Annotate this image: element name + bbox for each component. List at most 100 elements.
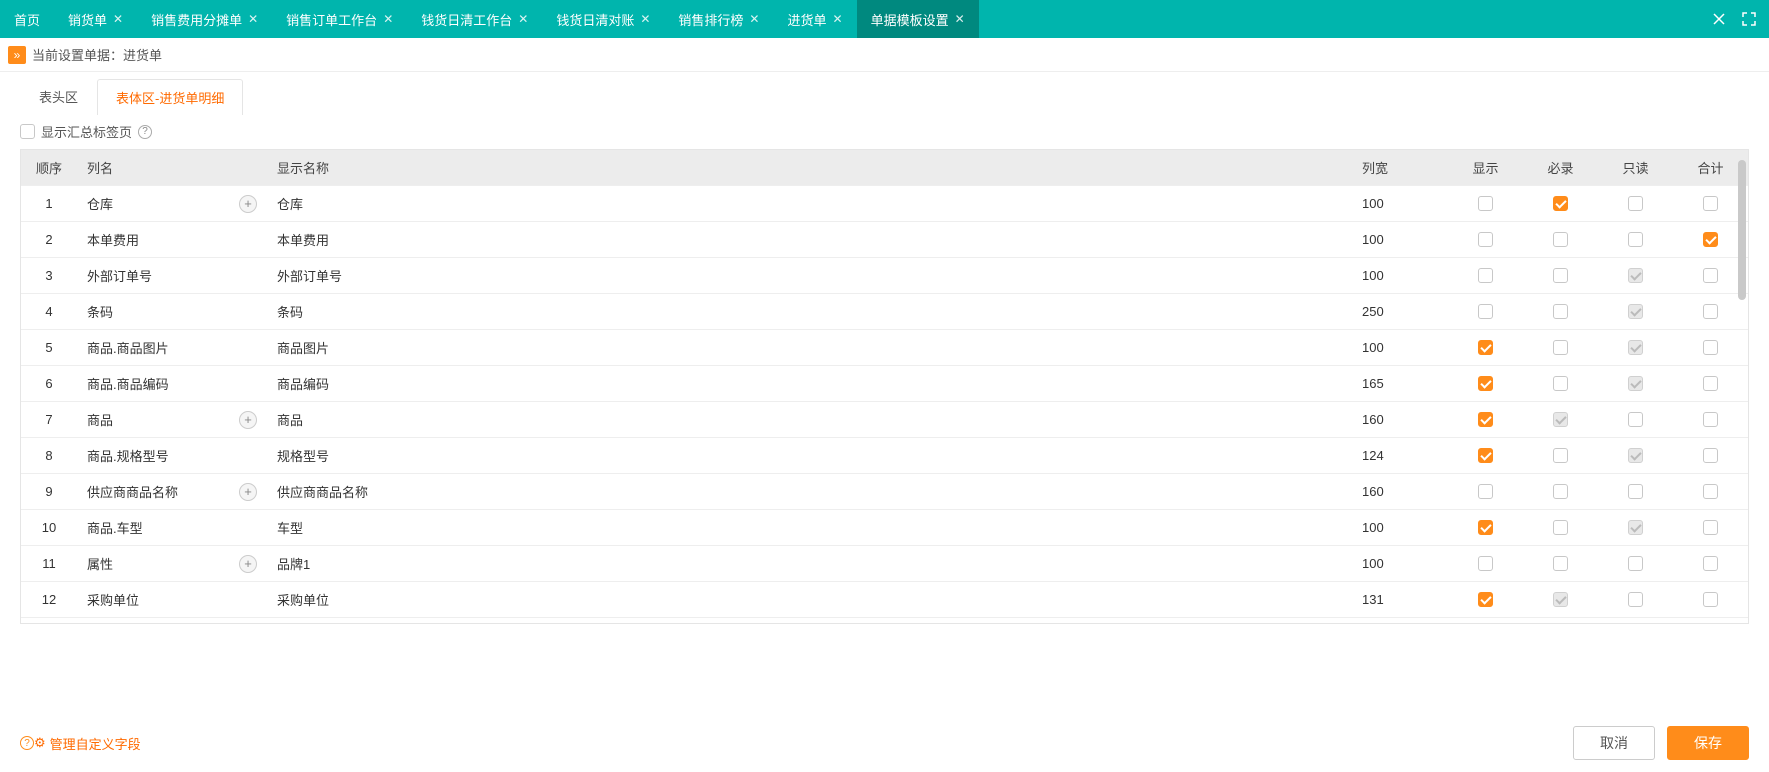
cell-width[interactable]: 250	[1352, 294, 1448, 330]
cell-width[interactable]: 100	[1352, 258, 1448, 294]
readonly-checkbox[interactable]	[1628, 232, 1643, 247]
cell-display[interactable]: 采购单位	[267, 582, 1352, 618]
cancel-button[interactable]: 取消	[1573, 726, 1655, 760]
sum-checkbox[interactable]	[1703, 592, 1718, 607]
show-checkbox[interactable]	[1478, 268, 1493, 283]
cell-width[interactable]: 160	[1352, 402, 1448, 438]
close-icon[interactable]: ✕	[640, 12, 650, 26]
sum-checkbox[interactable]	[1703, 484, 1718, 499]
show-checkbox[interactable]	[1478, 448, 1493, 463]
top-tab-0[interactable]: 首页	[0, 0, 54, 38]
cell-display[interactable]: 条码	[267, 294, 1352, 330]
required-checkbox[interactable]	[1553, 376, 1568, 391]
footer-help-icon[interactable]: ?	[20, 736, 34, 750]
close-icon[interactable]: ✕	[113, 12, 123, 26]
cell-display[interactable]: 仓库	[267, 186, 1352, 222]
close-icon[interactable]: ✕	[518, 12, 528, 26]
cell-width[interactable]: 131	[1352, 582, 1448, 618]
cell-width[interactable]: 124	[1352, 438, 1448, 474]
vertical-scrollbar[interactable]	[1738, 160, 1746, 613]
help-icon[interactable]: ?	[138, 125, 152, 139]
gear-icon: ⚙	[34, 735, 46, 751]
collapse-handle-icon[interactable]: »	[8, 46, 26, 64]
required-checkbox[interactable]	[1553, 304, 1568, 319]
cell-width[interactable]: 100	[1352, 222, 1448, 258]
cell-width[interactable]: 165	[1352, 366, 1448, 402]
required-checkbox[interactable]	[1553, 520, 1568, 535]
required-checkbox[interactable]	[1553, 196, 1568, 211]
required-checkbox[interactable]	[1553, 268, 1568, 283]
top-tab-4[interactable]: 钱货日清工作台✕	[407, 0, 542, 38]
add-icon[interactable]: +	[239, 483, 257, 501]
sum-checkbox[interactable]	[1703, 304, 1718, 319]
required-checkbox[interactable]	[1553, 232, 1568, 247]
show-checkbox[interactable]	[1478, 556, 1493, 571]
show-checkbox[interactable]	[1478, 304, 1493, 319]
top-tab-6[interactable]: 销售排行榜✕	[664, 0, 773, 38]
close-icon[interactable]: ✕	[383, 12, 393, 26]
close-icon[interactable]: ✕	[248, 12, 258, 26]
cell-display[interactable]: 商品	[267, 402, 1352, 438]
sum-checkbox[interactable]	[1703, 232, 1718, 247]
show-checkbox[interactable]	[1478, 412, 1493, 427]
required-checkbox[interactable]	[1553, 556, 1568, 571]
show-checkbox[interactable]	[1478, 196, 1493, 211]
sum-checkbox[interactable]	[1703, 412, 1718, 427]
sum-checkbox[interactable]	[1703, 520, 1718, 535]
sum-checkbox[interactable]	[1703, 268, 1718, 283]
cell-display[interactable]: 外部订单号	[267, 258, 1352, 294]
cell-width[interactable]: 100	[1352, 546, 1448, 582]
top-tab-2[interactable]: 销售费用分摊单✕	[137, 0, 272, 38]
cell-display[interactable]: 数量	[267, 618, 1352, 623]
cell-display[interactable]: 车型	[267, 510, 1352, 546]
cell-width[interactable]: 100	[1352, 618, 1448, 623]
close-icon[interactable]: ✕	[955, 12, 965, 26]
sum-checkbox[interactable]	[1703, 448, 1718, 463]
add-icon[interactable]: +	[239, 555, 257, 573]
show-summary-checkbox[interactable]	[20, 124, 35, 139]
add-icon[interactable]: +	[239, 411, 257, 429]
top-tab-3[interactable]: 销售订单工作台✕	[272, 0, 407, 38]
readonly-checkbox[interactable]	[1628, 412, 1643, 427]
close-icon[interactable]: ✕	[833, 12, 843, 26]
close-icon[interactable]: ✕	[749, 12, 759, 26]
top-tab-7[interactable]: 进货单✕	[773, 0, 856, 38]
cell-width[interactable]: 100	[1352, 510, 1448, 546]
cell-width[interactable]: 100	[1352, 186, 1448, 222]
readonly-checkbox[interactable]	[1628, 556, 1643, 571]
readonly-checkbox[interactable]	[1628, 592, 1643, 607]
show-checkbox[interactable]	[1478, 520, 1493, 535]
cell-display[interactable]: 商品图片	[267, 330, 1352, 366]
cell-display[interactable]: 规格型号	[267, 438, 1352, 474]
cell-display[interactable]: 品牌1	[267, 546, 1352, 582]
save-button[interactable]: 保存	[1667, 726, 1749, 760]
required-checkbox[interactable]	[1553, 448, 1568, 463]
fullscreen-icon[interactable]	[1741, 11, 1757, 27]
manage-custom-fields-link[interactable]: ⚙ 管理自定义字段	[34, 734, 141, 753]
show-checkbox[interactable]	[1478, 484, 1493, 499]
sum-checkbox[interactable]	[1703, 196, 1718, 211]
readonly-checkbox[interactable]	[1628, 484, 1643, 499]
cell-width[interactable]: 160	[1352, 474, 1448, 510]
cell-width[interactable]: 100	[1352, 330, 1448, 366]
cell-display[interactable]: 商品编码	[267, 366, 1352, 402]
top-tab-5[interactable]: 钱货日清对账✕	[542, 0, 664, 38]
show-checkbox[interactable]	[1478, 592, 1493, 607]
sum-checkbox[interactable]	[1703, 556, 1718, 571]
sub-tab-1[interactable]: 表体区-进货单明细	[97, 79, 243, 115]
required-checkbox[interactable]	[1553, 340, 1568, 355]
cell-display[interactable]: 供应商商品名称	[267, 474, 1352, 510]
top-tab-1[interactable]: 销货单✕	[54, 0, 137, 38]
show-checkbox[interactable]	[1478, 232, 1493, 247]
top-tab-8[interactable]: 单据模板设置✕	[857, 0, 979, 38]
close-all-icon[interactable]	[1711, 11, 1727, 27]
add-icon[interactable]: +	[239, 195, 257, 213]
sub-tab-0[interactable]: 表头区	[20, 78, 97, 114]
required-checkbox[interactable]	[1553, 484, 1568, 499]
show-checkbox[interactable]	[1478, 376, 1493, 391]
cell-display[interactable]: 本单费用	[267, 222, 1352, 258]
sum-checkbox[interactable]	[1703, 340, 1718, 355]
sum-checkbox[interactable]	[1703, 376, 1718, 391]
show-checkbox[interactable]	[1478, 340, 1493, 355]
readonly-checkbox[interactable]	[1628, 196, 1643, 211]
